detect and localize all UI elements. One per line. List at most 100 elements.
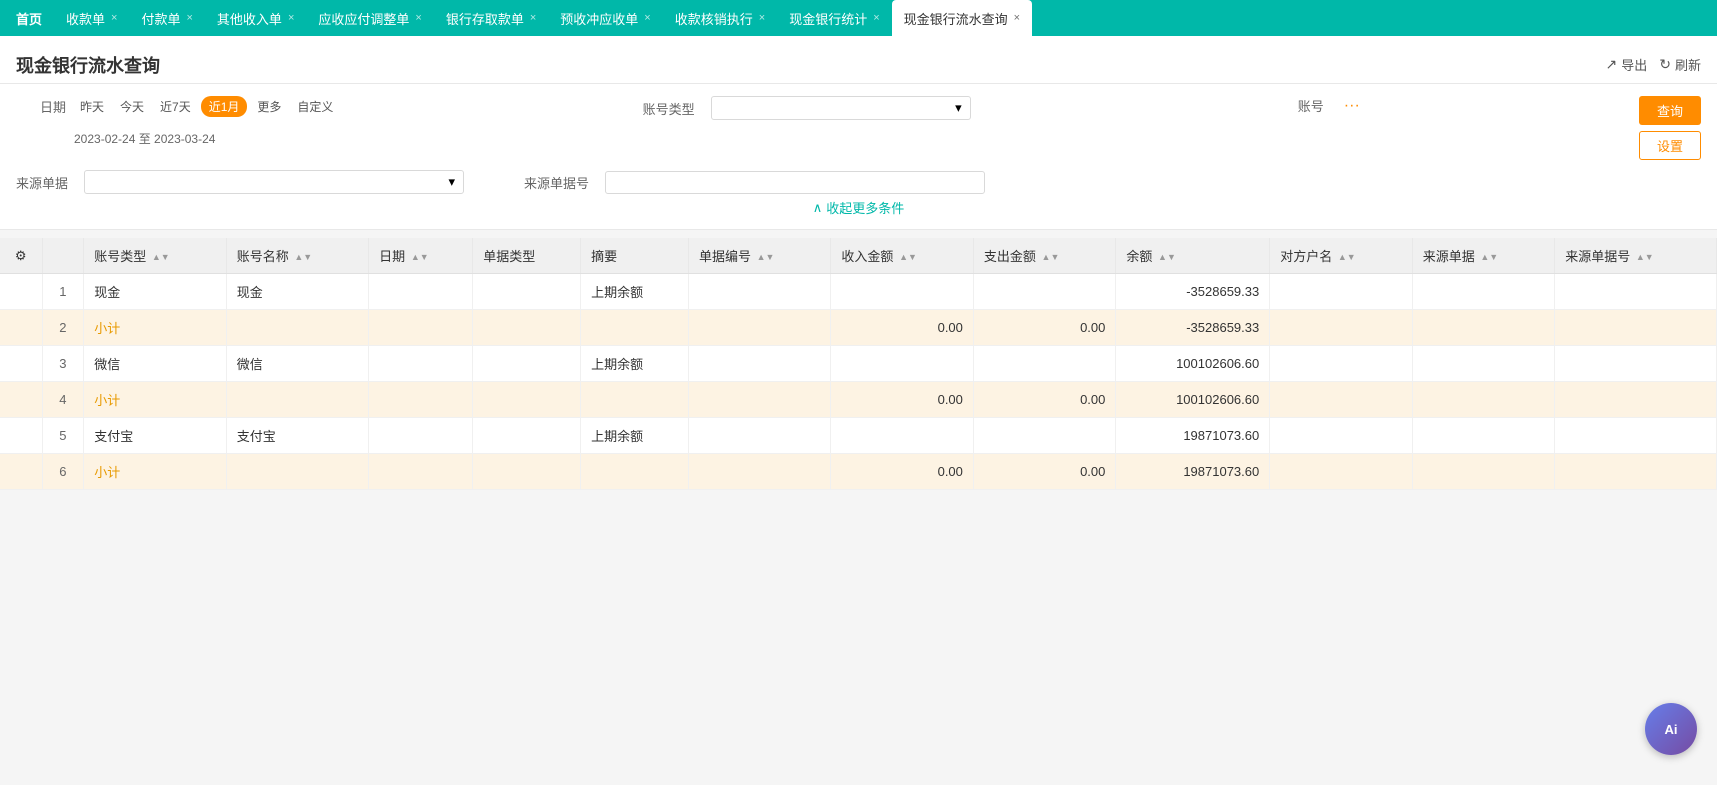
nav-item-receipt-verify[interactable]: 收款核销执行 × [663, 0, 777, 36]
table-container: ⚙ 账号类型 ▲▼ 账号名称 ▲▼ 日期 ▲▼ 单据类型 [0, 238, 1717, 490]
ai-assistant-button[interactable]: Ai [1645, 703, 1697, 755]
col-counterparty[interactable]: 对方户名 ▲▼ [1270, 238, 1412, 274]
nav-item-bank-deposit[interactable]: 银行存取款单 × [434, 0, 548, 36]
col-account-type[interactable]: 账号类型 ▲▼ [84, 238, 226, 274]
nav-item-advance-receive-label: 预收冲应收单 [560, 9, 638, 28]
sort-arrows-account-name[interactable]: ▲▼ [294, 253, 312, 262]
row-source-doc-num-cell [1555, 346, 1717, 382]
nav-item-payment-close[interactable]: × [186, 12, 192, 24]
date-btn-today[interactable]: 今天 [114, 96, 150, 117]
row-summary-cell [581, 454, 689, 490]
row-source-doc-num-cell [1555, 310, 1717, 346]
settings-button[interactable]: 设置 [1639, 131, 1701, 160]
source-doc-num-input-wrap[interactable] [605, 171, 985, 194]
nav-item-receipt[interactable]: 收款单 × [54, 0, 129, 36]
row-income-cell: 0.00 [831, 382, 973, 418]
row-counterparty-cell [1270, 310, 1412, 346]
source-doc-num-label: 来源单据号 [524, 173, 589, 192]
col-source-doc-num[interactable]: 来源单据号 ▲▼ [1555, 238, 1717, 274]
col-account-name[interactable]: 账号名称 ▲▼ [226, 238, 368, 274]
row-index-cell: 1 [42, 274, 84, 310]
row-summary-cell: 上期余额 [581, 346, 689, 382]
col-balance[interactable]: 余额 ▲▼ [1116, 238, 1270, 274]
account-type-select[interactable]: ▾ [711, 96, 971, 120]
row-expense-cell [973, 274, 1115, 310]
sort-arrows-account-type[interactable]: ▲▼ [152, 253, 170, 262]
collapse-filter-label: 收起更多条件 [826, 198, 904, 217]
row-account-type-cell: 小计 [84, 382, 226, 418]
col-expense[interactable]: 支出金额 ▲▼ [973, 238, 1115, 274]
account-more-button[interactable]: ··· [1340, 97, 1364, 115]
col-expense-label: 支出金额 [984, 249, 1036, 264]
refresh-label: 刷新 [1675, 55, 1701, 74]
nav-item-cash-bank-stat[interactable]: 现金银行统计 × [777, 0, 891, 36]
nav-item-advance-receive-close[interactable]: × [644, 12, 650, 24]
row-source-doc-cell [1412, 274, 1554, 310]
nav-item-cash-bank-flow[interactable]: 现金银行流水查询 × [892, 0, 1032, 36]
nav-item-cash-bank-flow-close[interactable]: × [1014, 12, 1020, 24]
date-btn-custom[interactable]: 自定义 [291, 96, 339, 117]
row-gear-cell [0, 346, 42, 382]
col-income-label: 收入金额 [841, 249, 893, 264]
col-doc-type-label: 单据类型 [483, 249, 535, 264]
col-source-doc[interactable]: 来源单据 ▲▼ [1412, 238, 1554, 274]
row-index-cell: 3 [42, 346, 84, 382]
col-income[interactable]: 收入金额 ▲▼ [831, 238, 973, 274]
row-account-type-cell: 小计 [84, 454, 226, 490]
date-btn-more[interactable]: 更多 [251, 96, 287, 117]
row-counterparty-cell [1270, 346, 1412, 382]
collapse-filter-bar[interactable]: ∧ 收起更多条件 [16, 194, 1701, 217]
date-btn-1month[interactable]: 近1月 [201, 96, 248, 117]
sort-arrows-source-doc[interactable]: ▲▼ [1480, 253, 1498, 262]
sort-arrows-balance[interactable]: ▲▼ [1158, 253, 1176, 262]
nav-item-other-income[interactable]: 其他收入单 × [205, 0, 306, 36]
nav-item-ar-ap-adjust[interactable]: 应收应付调整单 × [306, 0, 433, 36]
row-gear-cell [0, 310, 42, 346]
row-expense-cell: 0.00 [973, 454, 1115, 490]
gear-icon[interactable]: ⚙ [15, 248, 27, 263]
sort-arrows-source-doc-num[interactable]: ▲▼ [1636, 253, 1654, 262]
top-navigation: 首页 收款单 × 付款单 × 其他收入单 × 应收应付调整单 × 银行存取款单 … [0, 0, 1717, 36]
nav-item-other-income-close[interactable]: × [288, 12, 294, 24]
nav-item-payment[interactable]: 付款单 × [129, 0, 204, 36]
sort-arrows-date[interactable]: ▲▼ [411, 253, 429, 262]
row-index-cell: 6 [42, 454, 84, 490]
col-date[interactable]: 日期 ▲▼ [369, 238, 473, 274]
nav-item-receipt-verify-close[interactable]: × [759, 12, 765, 24]
date-btn-7days[interactable]: 近7天 [154, 96, 197, 117]
row-account-name-cell [226, 382, 368, 418]
account-type-dropdown-icon: ▾ [955, 100, 962, 116]
nav-item-ar-ap-adjust-close[interactable]: × [415, 12, 421, 24]
sort-arrows-counterparty[interactable]: ▲▼ [1338, 253, 1356, 262]
row-date-cell [369, 454, 473, 490]
col-gear[interactable]: ⚙ [0, 238, 42, 274]
row-doc-num-cell [688, 382, 830, 418]
sort-arrows-doc-num[interactable]: ▲▼ [757, 253, 775, 262]
source-doc-num-input[interactable] [614, 175, 976, 190]
query-button[interactable]: 查询 [1639, 96, 1701, 125]
refresh-button[interactable]: ↻ 刷新 [1659, 55, 1701, 74]
row-source-doc-cell [1412, 418, 1554, 454]
nav-item-advance-receive[interactable]: 预收冲应收单 × [548, 0, 662, 36]
row-account-type-cell: 支付宝 [84, 418, 226, 454]
export-button[interactable]: ↗ 导出 [1606, 55, 1648, 74]
sort-arrows-income[interactable]: ▲▼ [899, 253, 917, 262]
nav-item-receipt-close[interactable]: × [111, 12, 117, 24]
row-summary-cell: 上期余额 [581, 418, 689, 454]
col-doc-num[interactable]: 单据编号 ▲▼ [688, 238, 830, 274]
nav-item-bank-deposit-close[interactable]: × [530, 12, 536, 24]
row-account-name-cell: 微信 [226, 346, 368, 382]
source-doc-select[interactable]: ▾ [84, 170, 464, 194]
nav-item-home[interactable]: 首页 [4, 0, 54, 36]
row-doc-type-cell [473, 346, 581, 382]
sort-arrows-expense[interactable]: ▲▼ [1042, 253, 1060, 262]
row-date-cell [369, 310, 473, 346]
date-btn-yesterday[interactable]: 昨天 [74, 96, 110, 117]
row-doc-num-cell [688, 454, 830, 490]
nav-item-cash-bank-stat-close[interactable]: × [873, 12, 879, 24]
page-title: 现金银行流水查询 [16, 52, 160, 78]
row-source-doc-cell [1412, 382, 1554, 418]
page-header: 现金银行流水查询 ↗ 导出 ↻ 刷新 [0, 36, 1717, 84]
row-summary-cell: 上期余额 [581, 274, 689, 310]
row-income-cell [831, 346, 973, 382]
